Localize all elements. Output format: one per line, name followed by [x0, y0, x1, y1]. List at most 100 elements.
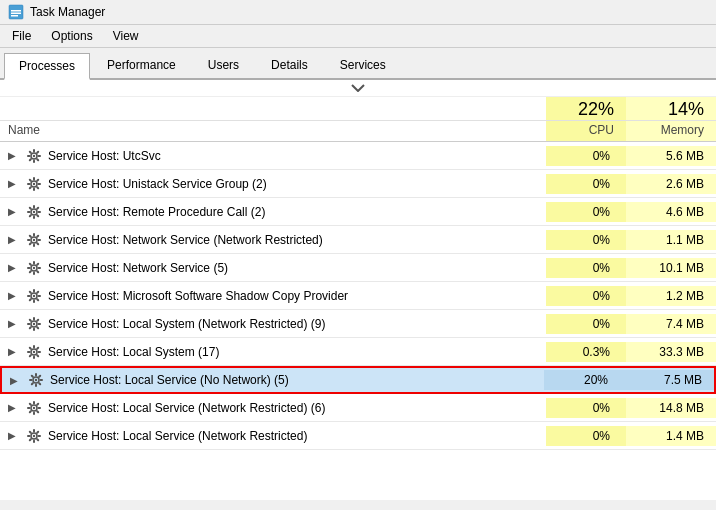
svg-point-35: [33, 238, 35, 240]
svg-line-13: [30, 151, 31, 152]
table-row[interactable]: ▶ Service Host: Local Service (Network R…: [0, 422, 716, 450]
tab-details[interactable]: Details: [256, 52, 323, 78]
process-name-cell: ▶ Service Host: Local System (17): [0, 341, 546, 363]
svg-line-23: [30, 179, 31, 180]
svg-line-83: [30, 347, 31, 348]
svg-point-15: [33, 182, 35, 184]
name-column-header[interactable]: Name: [0, 121, 546, 141]
process-name-cell: ▶ Service Host: Local System (Network Re…: [0, 313, 546, 335]
expand-arrow-icon[interactable]: ▶: [8, 430, 20, 441]
process-name-label: Service Host: Local Service (Network Res…: [48, 429, 307, 443]
tab-services[interactable]: Services: [325, 52, 401, 78]
table-row[interactable]: ▶ Service Host: UtcSvc 0% 5.6 MB: [0, 142, 716, 170]
gear-icon: [26, 260, 42, 276]
gear-icon: [26, 204, 42, 220]
expand-arrow-icon[interactable]: ▶: [8, 262, 20, 273]
svg-point-55: [33, 294, 35, 296]
gear-icon: [28, 372, 44, 388]
svg-line-33: [30, 207, 31, 208]
rows-container: ▶ Service Host: UtcSvc 0% 5.6 MB ▶ Servi…: [0, 142, 716, 450]
tab-processes[interactable]: Processes: [4, 53, 90, 80]
svg-line-61: [30, 299, 31, 300]
process-name-label: Service Host: Network Service (5): [48, 261, 228, 275]
svg-line-93: [32, 376, 33, 377]
svg-rect-3: [11, 15, 18, 17]
process-name-label: Service Host: Microsoft Software Shadow …: [48, 289, 348, 303]
table-row[interactable]: ▶ Service Host: Microsoft Software Shado…: [0, 282, 716, 310]
expand-arrow-icon[interactable]: ▶: [8, 206, 20, 217]
table-row[interactable]: ▶ Service Host: Network Service (5) 0% 1…: [0, 254, 716, 282]
menu-bar: File Options View: [0, 25, 716, 48]
memory-value-cell: 10.1 MB: [626, 258, 716, 278]
expand-arrow-icon[interactable]: ▶: [8, 402, 20, 413]
cpu-value-cell: 0.3%: [546, 342, 626, 362]
svg-point-75: [33, 350, 35, 352]
expand-arrow-icon[interactable]: ▶: [8, 150, 20, 161]
table-row[interactable]: ▶ Service Host: Local System (Network Re…: [0, 310, 716, 338]
svg-line-37: [37, 235, 38, 236]
svg-line-59: [37, 299, 38, 300]
cpu-value-cell: 0%: [546, 230, 626, 250]
expand-arrow-icon[interactable]: ▶: [8, 290, 20, 301]
table-row[interactable]: ▶ Service Host: Unistack Service Group (…: [0, 170, 716, 198]
svg-line-51: [30, 271, 31, 272]
process-table: 22% 14% Name CPU Memory ▶ Service Host: …: [0, 80, 716, 500]
svg-line-103: [30, 403, 31, 404]
expand-arrow-icon[interactable]: ▶: [8, 346, 20, 357]
svg-line-47: [37, 263, 38, 264]
svg-point-45: [33, 266, 35, 268]
table-row[interactable]: ▶ Service Host: Local System (17) 0.3% 3…: [0, 338, 716, 366]
svg-line-69: [37, 327, 38, 328]
memory-value-cell: 33.3 MB: [626, 342, 716, 362]
svg-line-9: [37, 159, 38, 160]
title-bar-text: Task Manager: [30, 5, 105, 19]
svg-line-71: [30, 327, 31, 328]
table-row[interactable]: ▶ Service Host: Remote Procedure Call (2…: [0, 198, 716, 226]
svg-line-91: [32, 383, 33, 384]
tab-performance[interactable]: Performance: [92, 52, 191, 78]
svg-line-43: [30, 235, 31, 236]
menu-file[interactable]: File: [8, 27, 35, 45]
svg-line-77: [37, 347, 38, 348]
menu-options[interactable]: Options: [47, 27, 96, 45]
gear-icon: [26, 288, 42, 304]
chevron-down-icon: [351, 84, 365, 92]
gear-icon: [26, 428, 42, 444]
memory-value-cell: 14.8 MB: [626, 398, 716, 418]
svg-rect-1: [11, 10, 21, 12]
memory-column-header[interactable]: Memory: [626, 121, 716, 141]
svg-line-29: [37, 215, 38, 216]
svg-line-19: [37, 187, 38, 188]
cpu-value-cell: 0%: [546, 398, 626, 418]
cpu-column-header[interactable]: CPU: [546, 121, 626, 141]
table-row[interactable]: ▶ Service Host: Local Service (Network R…: [0, 394, 716, 422]
svg-line-109: [37, 439, 38, 440]
memory-value-cell: 7.4 MB: [626, 314, 716, 334]
gear-icon: [26, 344, 42, 360]
table-row[interactable]: ▶ Service Host: Network Service (Network…: [0, 226, 716, 254]
svg-line-63: [30, 291, 31, 292]
expand-arrow-icon[interactable]: ▶: [10, 375, 22, 386]
svg-line-97: [37, 403, 38, 404]
expand-arrow-icon[interactable]: ▶: [8, 234, 20, 245]
mem-total-percent: 14%: [626, 97, 716, 120]
process-name-cell: ▶ Service Host: Remote Procedure Call (2…: [0, 201, 546, 223]
svg-line-87: [39, 376, 40, 377]
memory-value-cell: 2.6 MB: [626, 174, 716, 194]
process-name-cell: ▶ Service Host: Microsoft Software Shado…: [0, 285, 546, 307]
expand-arrow-icon[interactable]: ▶: [8, 318, 20, 329]
process-name-cell: ▶ Service Host: Network Service (5): [0, 257, 546, 279]
process-name-label: Service Host: Network Service (Network R…: [48, 233, 323, 247]
memory-value-cell: 1.4 MB: [626, 426, 716, 446]
menu-view[interactable]: View: [109, 27, 143, 45]
table-row[interactable]: ▶ Service Host: Local Service (No Networ…: [0, 366, 716, 394]
percent-row: 22% 14%: [0, 97, 716, 121]
memory-value-cell: 1.1 MB: [626, 230, 716, 250]
svg-line-17: [37, 179, 38, 180]
svg-point-95: [33, 406, 35, 408]
gear-icon: [26, 148, 42, 164]
svg-line-7: [37, 151, 38, 152]
process-name-cell: ▶ Service Host: Network Service (Network…: [0, 229, 546, 251]
tab-users[interactable]: Users: [193, 52, 254, 78]
expand-arrow-icon[interactable]: ▶: [8, 178, 20, 189]
